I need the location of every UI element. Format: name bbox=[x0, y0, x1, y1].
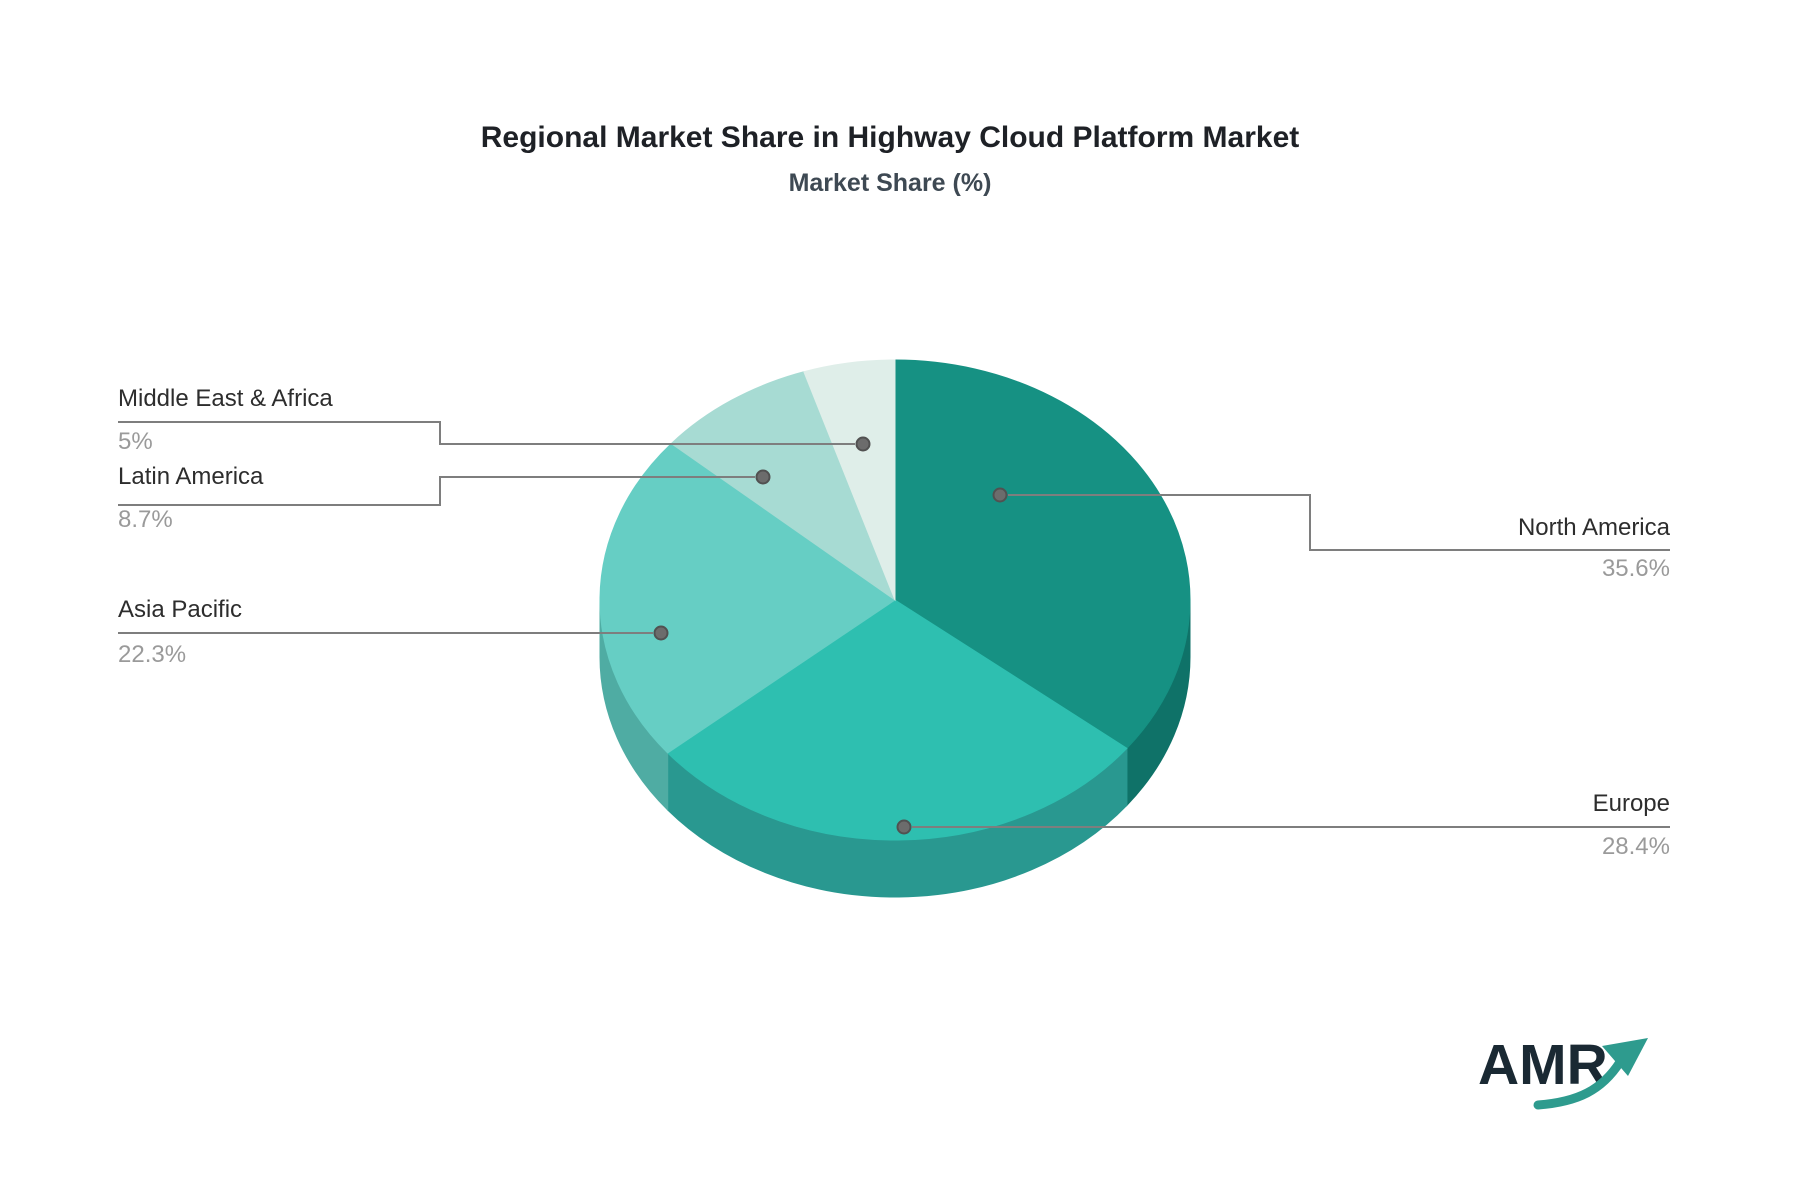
connector-dot-asia-pacific bbox=[653, 625, 669, 641]
pie-value-latin-america: 8.7% bbox=[118, 506, 173, 533]
pie-label-north-america: North America bbox=[1517, 514, 1670, 541]
connector-dot-latin-america bbox=[755, 469, 771, 485]
amr-logo-arrow-icon bbox=[1533, 1038, 1648, 1110]
logo-arrow-tail bbox=[1533, 1057, 1625, 1110]
chart-canvas: Regional Market Share in Highway Cloud P… bbox=[0, 0, 1800, 1196]
pie-value-asia-pacific: 22.3% bbox=[118, 641, 187, 668]
pie-label-latin-america: Latin America bbox=[118, 463, 264, 490]
pie-label-europe: Europe bbox=[1592, 790, 1670, 817]
pie-value-europe: 28.4% bbox=[1601, 833, 1670, 860]
connector-dot-middle-east-africa bbox=[855, 436, 871, 452]
connector-dot-europe bbox=[896, 819, 912, 835]
pie-chart bbox=[118, 359, 1670, 898]
pie-value-north-america: 35.6% bbox=[1601, 555, 1670, 582]
pie-value-middle-east-africa: 5% bbox=[118, 428, 153, 455]
connector-dot-north-america bbox=[992, 487, 1008, 503]
pie-label-middle-east-africa: Middle East & Africa bbox=[118, 385, 333, 412]
amr-logo: AMR bbox=[1478, 1032, 1668, 1122]
pie-label-asia-pacific: Asia Pacific bbox=[118, 596, 243, 623]
